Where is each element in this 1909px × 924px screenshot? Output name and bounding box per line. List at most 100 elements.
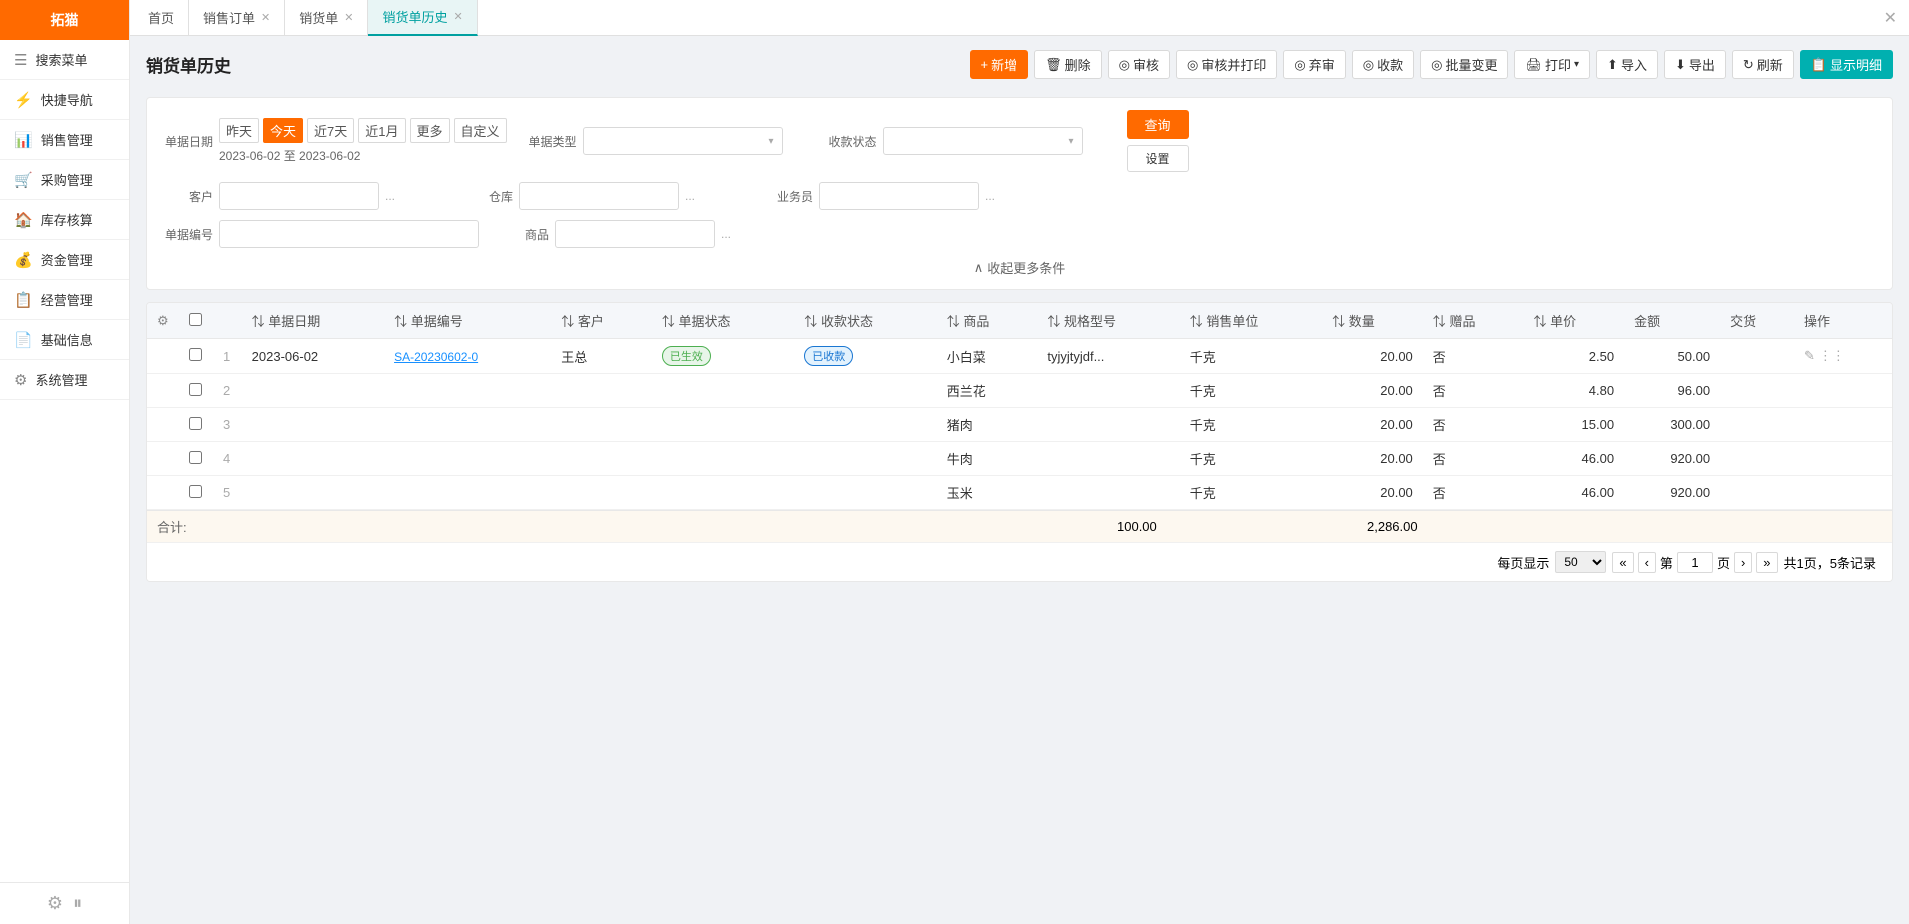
row-checkbox[interactable] [189,417,202,430]
add-button[interactable]: + 新增 [970,50,1029,79]
export-button[interactable]: ⬇ 导出 [1664,50,1726,79]
col-doc-date[interactable]: ⇅ 单据日期 [242,303,384,339]
audit-print-button[interactable]: ◎ 审核并打印 [1176,50,1277,79]
print-button[interactable]: 🖨 打印 ▾ [1514,50,1590,79]
doc-date-cell [242,374,384,408]
doc-no-link[interactable]: SA-20230602-0 [394,350,478,364]
col-gift[interactable]: ⇅ 赠品 [1423,303,1524,339]
per-page-select[interactable]: 50 100 [1555,551,1606,573]
filter-date: 单据日期 昨天 今天 近7天 近1月 更多 自定义 2023-06-02 至 2… [163,118,507,164]
tab-home-label: 首页 [148,8,174,27]
refresh-button[interactable]: ↻ 刷新 [1732,50,1794,79]
toolbar: + 新增 🗑 删除 ◎ 审核 ◎ 审核并打印 ◎ 弃审 [970,50,1893,79]
warehouse-input[interactable] [519,182,679,210]
sidebar-item-system-mgmt[interactable]: ⚙ 系统管理 [0,360,129,400]
goods-ellipsis[interactable]: ... [721,227,731,241]
sort-icon: ⇅ [394,314,407,329]
col-doc-no[interactable]: ⇅ 单据编号 [384,303,551,339]
query-button[interactable]: 查询 [1127,110,1189,139]
sort-icon: ⇅ [1533,314,1546,329]
audit-button[interactable]: ◎ 审核 [1108,50,1170,79]
tab-sales-order[interactable]: 销售订单 ✕ [189,0,285,36]
settings-button[interactable]: 设置 [1127,145,1189,172]
qty-cell: 20.00 [1322,408,1423,442]
more-icon[interactable]: ⋮⋮ [1819,348,1845,364]
import-button[interactable]: ⬆ 导入 [1596,50,1658,79]
doc-type-select[interactable]: ▾ [583,127,783,155]
collect-status-select[interactable]: ▾ [883,127,1083,155]
show-detail-button[interactable]: 📋 显示明细 [1800,50,1893,79]
doc-no-cell [384,408,551,442]
col-goods[interactable]: ⇅ 商品 [937,303,1038,339]
next-page-button[interactable]: › [1734,552,1752,573]
doc-status-cell: 已生效 [652,339,794,374]
date-btn-custom[interactable]: 自定义 [454,118,507,143]
edit-icon[interactable]: ✎ [1804,348,1815,364]
warehouse-ellipsis[interactable]: ... [685,189,695,203]
window-close-icon[interactable]: ✕ [1884,8,1897,28]
batch-change-button[interactable]: ◎ 批量变更 [1420,50,1508,79]
sidebar-collapse-icon[interactable]: ⏸ [73,893,82,914]
select-all-checkbox[interactable] [189,313,202,326]
sidebar-item-sales-mgmt[interactable]: 📊 销售管理 [0,120,129,160]
sidebar-item-finance[interactable]: 💰 资金管理 [0,240,129,280]
close-sales-history-icon[interactable]: ✕ [454,10,463,23]
sidebar-item-search-menu[interactable]: ☰ 搜索菜单 [0,40,129,80]
customer-ellipsis[interactable]: ... [385,189,395,203]
close-sales-delivery-icon[interactable]: ✕ [344,11,353,24]
col-checkbox[interactable] [179,303,212,339]
date-btn-7days[interactable]: 近7天 [307,118,354,143]
unit-price-cell: 2.50 [1523,339,1624,374]
col-spec[interactable]: ⇅ 规格型号 [1037,303,1179,339]
first-page-button[interactable]: « [1612,552,1633,573]
col-transaction[interactable]: 交货 [1720,303,1794,339]
row-checkbox[interactable] [189,383,202,396]
sidebar-item-operations[interactable]: 📋 经营管理 [0,280,129,320]
row-checkbox[interactable] [189,485,202,498]
staff-ellipsis[interactable]: ... [985,189,995,203]
gear-cell [147,442,179,476]
collect-button[interactable]: ◎ 收款 [1352,50,1414,79]
customer-cell [551,374,652,408]
sales-unit-cell: 千克 [1180,442,1322,476]
transaction-cell [1720,442,1794,476]
date-btn-yesterday[interactable]: 昨天 [219,118,259,143]
num-cell: 3 [212,408,242,442]
sidebar-item-quick-nav[interactable]: ⚡ 快捷导航 [0,80,129,120]
discard-button[interactable]: ◎ 弃审 [1283,50,1345,79]
date-btn-more[interactable]: 更多 [410,118,450,143]
sidebar-settings-icon[interactable]: ⚙ [47,893,63,914]
filter-customer: 客户 ... [163,182,443,210]
main-area: 首页 销售订单 ✕ 销货单 ✕ 销货单历史 ✕ ✕ 销货单历史 + 新增 [130,0,1909,924]
col-customer[interactable]: ⇅ 客户 [551,303,652,339]
row-checkbox[interactable] [189,451,202,464]
staff-input[interactable] [819,182,979,210]
customer-input[interactable] [219,182,379,210]
prev-page-button[interactable]: ‹ [1638,552,1656,573]
col-sales-unit[interactable]: ⇅ 销售单位 [1180,303,1322,339]
gear-cell [147,476,179,510]
close-sales-order-icon[interactable]: ✕ [261,11,270,24]
customer-cell [551,442,652,476]
sidebar-item-purchase-mgmt[interactable]: 🛒 采购管理 [0,160,129,200]
date-btn-today[interactable]: 今天 [263,118,303,143]
col-doc-status[interactable]: ⇅ 单据状态 [652,303,794,339]
date-btn-1month[interactable]: 近1月 [358,118,405,143]
col-collect-status[interactable]: ⇅ 收款状态 [794,303,936,339]
col-gear[interactable]: ⚙ [147,303,179,339]
col-amount[interactable]: 金额 [1624,303,1720,339]
sidebar-item-basic-info[interactable]: 📄 基础信息 [0,320,129,360]
tab-sales-delivery[interactable]: 销货单 ✕ [285,0,368,36]
sidebar-item-inventory[interactable]: 🏠 库存核算 [0,200,129,240]
tab-sales-history[interactable]: 销货单历史 ✕ [368,0,477,36]
page-input[interactable] [1677,552,1713,573]
col-unit-price[interactable]: ⇅ 单价 [1523,303,1624,339]
goods-input[interactable] [555,220,715,248]
tab-home[interactable]: 首页 [134,0,189,36]
delete-button[interactable]: 🗑 删除 [1034,50,1102,79]
collapse-button[interactable]: ∧ 收起更多条件 [163,258,1876,277]
col-qty[interactable]: ⇅ 数量 [1322,303,1423,339]
row-checkbox[interactable] [189,348,202,361]
doc-no-input[interactable] [219,220,479,248]
last-page-button[interactable]: » [1756,552,1777,573]
